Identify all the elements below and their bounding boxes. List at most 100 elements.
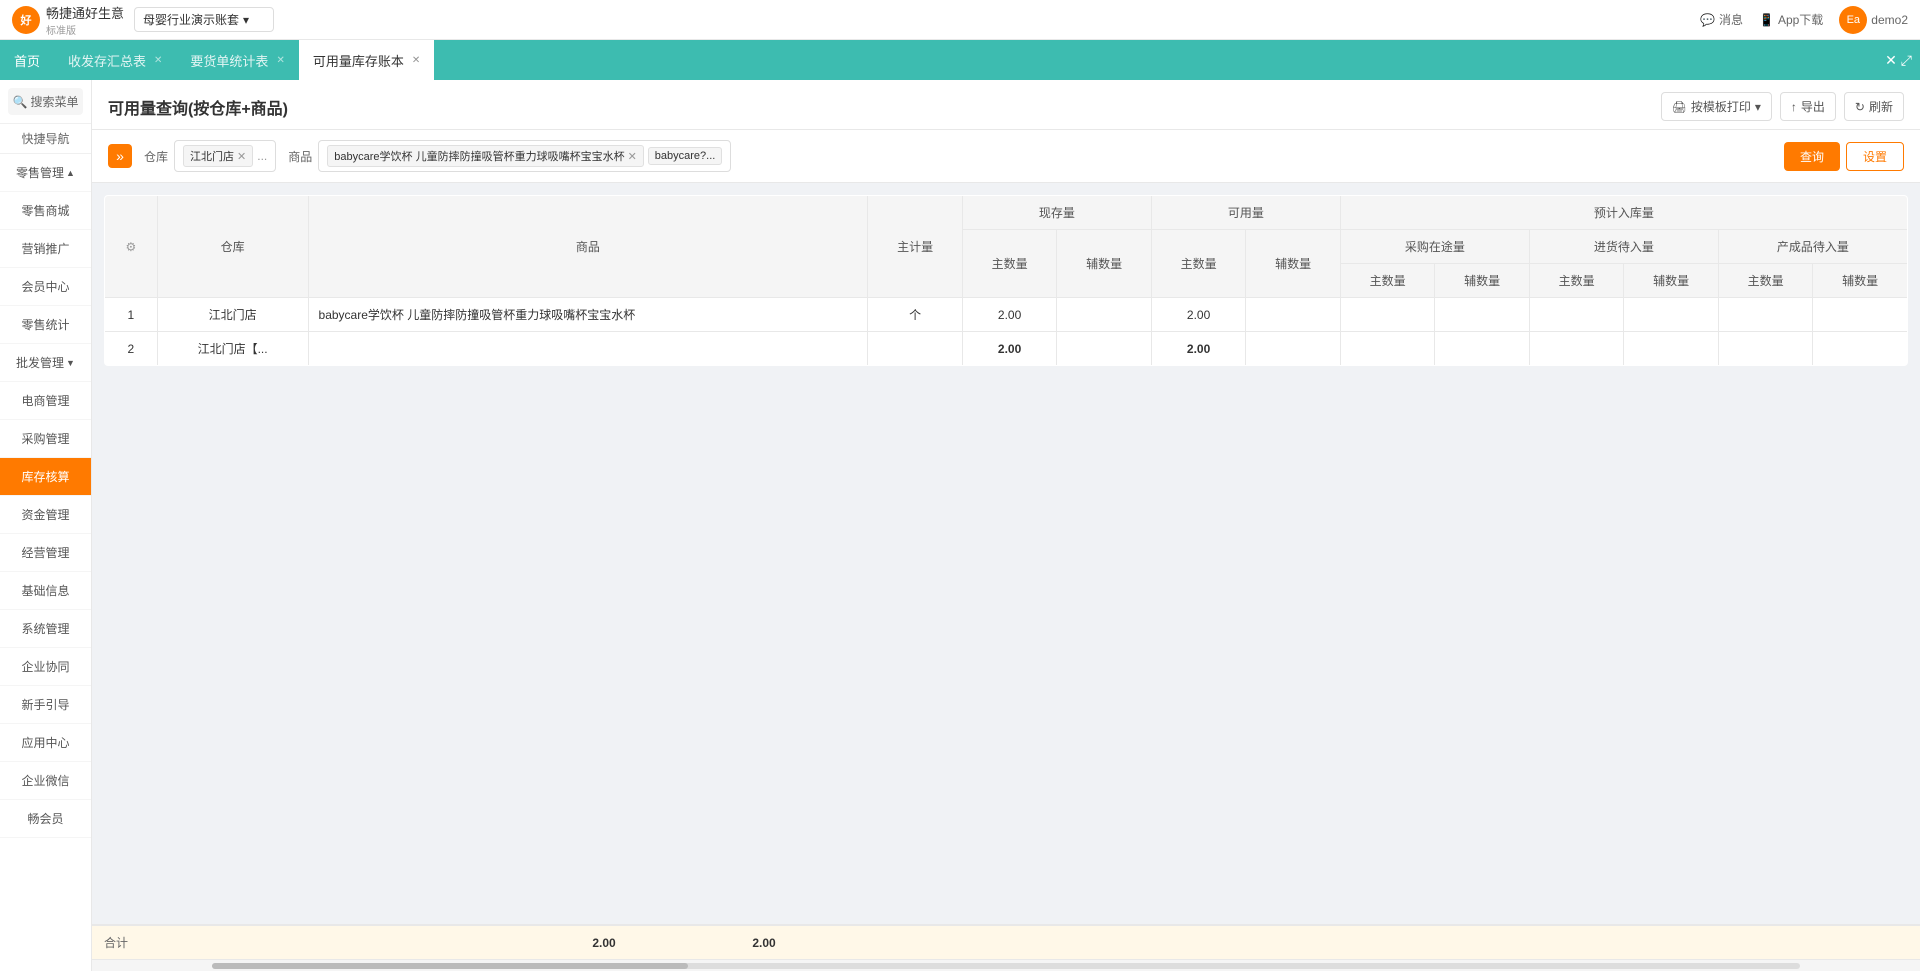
message-icon: 💬	[1700, 13, 1715, 27]
scrollbar-track[interactable]	[212, 963, 1800, 969]
sidebar-label: 基础信息	[21, 584, 69, 598]
sidebar-label: 新手引导	[21, 698, 69, 712]
warehouse-more[interactable]: ...	[257, 149, 267, 163]
table-area: ⚙ 仓库 商品 主计量 现存量 可用量 预计入库量 主数量 辅数量 主数量 辅数…	[92, 183, 1920, 924]
footer-label: 合计	[104, 934, 224, 951]
page-header: 可用量查询(按仓库+商品) 🖨 按模板打印 ▾ ↑ 导出 ↻ 刷新	[92, 80, 1920, 130]
sidebar-label: 企业协同	[21, 660, 69, 674]
th-goods-in-group: 进货待入量	[1529, 230, 1718, 264]
sidebar-label: 零售管理	[16, 164, 64, 181]
th-product: 商品	[308, 196, 868, 298]
sidebar-item-vip[interactable]: 畅会员	[0, 800, 91, 838]
sidebar-item-enterprise-wechat[interactable]: 企业微信	[0, 762, 91, 800]
search-menu-button[interactable]: 🔍 搜索菜单	[8, 88, 83, 115]
quick-nav-area[interactable]: 快捷导航	[0, 124, 91, 154]
product-tag-1: babycare学饮杯 儿童防摔防撞吸管杯重力球吸嘴杯宝宝水杯 ✕	[327, 145, 644, 167]
th-prod-aux: 辅数量	[1813, 264, 1908, 298]
query-button[interactable]: 查询	[1784, 142, 1840, 171]
product-value-2: babycare?...	[655, 150, 716, 162]
tab-stock[interactable]: 可用量库存账本 ✕	[299, 40, 434, 80]
order-label: 要货单统计表	[190, 51, 268, 70]
product-label: 商品	[288, 148, 312, 165]
th-avail-main: 主数量	[1151, 230, 1246, 298]
search-icon: 🔍	[13, 95, 28, 109]
message-action[interactable]: 💬 消息	[1700, 11, 1743, 28]
sidebar-item-ecommerce[interactable]: 电商管理	[0, 382, 91, 420]
cell-avail-aux	[1246, 298, 1341, 332]
warehouse-input[interactable]: 江北门店 ✕ ...	[174, 140, 276, 172]
cell-num: 1	[105, 298, 158, 332]
col-setting[interactable]: ⚙	[105, 196, 158, 298]
sidebar-item-inventory[interactable]: 库存核算	[0, 458, 91, 496]
sidebar-item-retail-store[interactable]: 零售商城	[0, 192, 91, 230]
page-actions: 🖨 按模板打印 ▾ ↑ 导出 ↻ 刷新	[1661, 92, 1904, 121]
close-all-tabs[interactable]: ✕	[1885, 52, 1897, 69]
dropdown-icon: ▾	[243, 13, 249, 27]
footer-avail-main: 2.00	[724, 936, 804, 950]
cell-goods-aux	[1624, 332, 1719, 366]
scrollbar-thumb[interactable]	[212, 963, 688, 969]
sidebar-item-purchase[interactable]: 采购管理	[0, 420, 91, 458]
settings-icon[interactable]: ⚙	[125, 240, 136, 254]
product-input[interactable]: babycare学饮杯 儿童防摔防撞吸管杯重力球吸嘴杯宝宝水杯 ✕ babyca…	[318, 140, 731, 172]
nav-tabs-bar: 首页 收发存汇总表 ✕ 要货单统计表 ✕ 可用量库存账本 ✕ ✕ ⤢	[0, 40, 1920, 80]
th-incoming-group: 预计入库量	[1340, 196, 1907, 230]
cell-prod-main	[1718, 332, 1813, 366]
cell-pur-main	[1340, 298, 1435, 332]
setting-button[interactable]: 设置	[1846, 142, 1904, 171]
username: demo2	[1871, 13, 1908, 27]
sidebar-item-basic[interactable]: 基础信息	[0, 572, 91, 610]
refresh-button[interactable]: ↻ 刷新	[1844, 92, 1904, 121]
th-pur-main: 主数量	[1340, 264, 1435, 298]
product-value-1: babycare学饮杯 儿童防摔防撞吸管杯重力球吸嘴杯宝宝水杯	[334, 148, 624, 164]
sidebar-item-finance[interactable]: 资金管理	[0, 496, 91, 534]
user-area[interactable]: Ea demo2	[1839, 6, 1908, 34]
close-order-tab[interactable]: ✕	[276, 55, 284, 66]
sidebar-item-app-center[interactable]: 应用中心	[0, 724, 91, 762]
sidebar-item-wholesale[interactable]: 批发管理 ▼	[0, 344, 91, 382]
filter-expand-button[interactable]: »	[108, 144, 132, 168]
sidebar-label: 电商管理	[21, 394, 69, 408]
app-download-action[interactable]: 📱 App下载	[1759, 11, 1823, 28]
sidebar-item-enterprise[interactable]: 企业协同	[0, 648, 91, 686]
sidebar-item-operations[interactable]: 经营管理	[0, 534, 91, 572]
cell-stock-aux	[1057, 298, 1152, 332]
th-prod-main: 主数量	[1718, 264, 1813, 298]
arrow-icon: ▲	[66, 168, 75, 178]
page-title: 可用量查询(按仓库+商品)	[108, 95, 288, 119]
store-selector[interactable]: 母婴行业演示账套 ▾	[134, 7, 274, 32]
expand-tabs[interactable]: ⤢	[1901, 52, 1912, 69]
th-unit: 主计量	[868, 196, 963, 298]
tab-home[interactable]: 首页	[0, 40, 54, 80]
product-remove-1[interactable]: ✕	[628, 150, 637, 163]
close-receive-tab[interactable]: ✕	[154, 55, 162, 66]
tab-receive[interactable]: 收发存汇总表 ✕	[54, 40, 176, 80]
cell-avail-aux	[1246, 332, 1341, 366]
export-button[interactable]: ↑ 导出	[1780, 92, 1836, 121]
cell-prod-main	[1718, 298, 1813, 332]
sidebar-item-newbie[interactable]: 新手引导	[0, 686, 91, 724]
print-label: 按模板打印	[1691, 98, 1751, 115]
refresh-label: 刷新	[1869, 98, 1893, 115]
footer-stock-main: 2.00	[564, 936, 644, 950]
warehouse-remove[interactable]: ✕	[237, 150, 246, 163]
cell-prod-aux	[1813, 332, 1908, 366]
top-bar-left: 好 畅捷通好生意 标准版 母婴行业演示账套 ▾	[12, 3, 274, 37]
cell-pur-aux	[1435, 332, 1530, 366]
close-stock-tab[interactable]: ✕	[412, 55, 420, 66]
print-dropdown-icon: ▾	[1755, 100, 1761, 114]
th-stock-aux: 辅数量	[1057, 230, 1152, 298]
sidebar-item-member[interactable]: 会员中心	[0, 268, 91, 306]
tab-order[interactable]: 要货单统计表 ✕	[176, 40, 298, 80]
quick-nav-label[interactable]: 快捷导航	[8, 130, 83, 147]
sidebar-label: 营销推广	[21, 242, 69, 256]
sidebar-item-retail-mgmt[interactable]: 零售管理 ▲	[0, 154, 91, 192]
sidebar-label: 畅会员	[27, 812, 63, 826]
sidebar-item-retail-stats[interactable]: 零售统计	[0, 306, 91, 344]
cell-warehouse: 江北门店	[157, 298, 308, 332]
sidebar-item-system[interactable]: 系统管理	[0, 610, 91, 648]
cell-stock-aux	[1057, 332, 1152, 366]
print-button[interactable]: 🖨 按模板打印 ▾	[1661, 92, 1772, 121]
export-label: 导出	[1801, 98, 1825, 115]
sidebar-item-marketing[interactable]: 营销推广	[0, 230, 91, 268]
